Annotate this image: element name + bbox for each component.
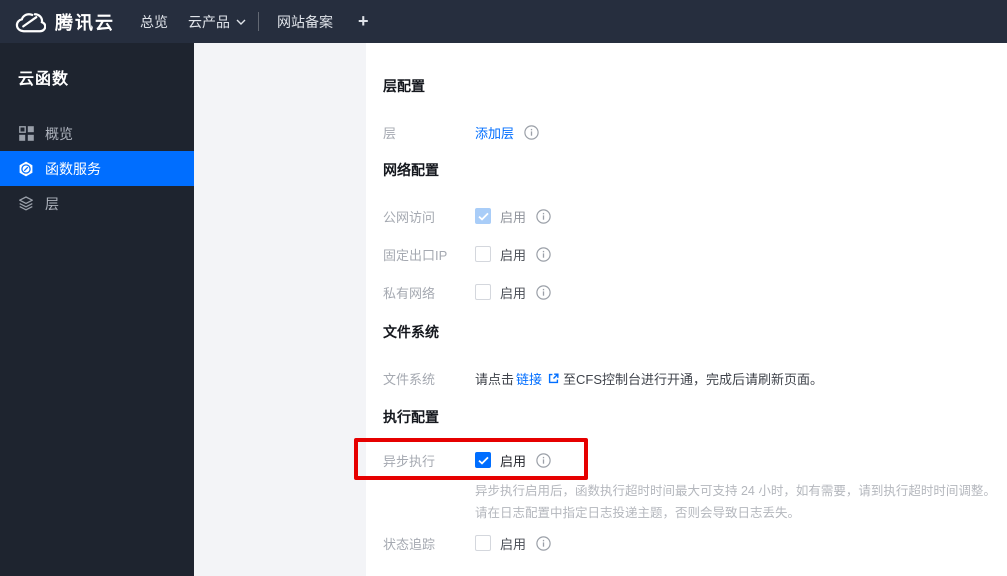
section-heading-file-system: 文件系统 bbox=[383, 324, 439, 340]
add-tab-button[interactable]: + bbox=[358, 0, 369, 43]
top-navigation: 腾讯云 总览 云产品 网站备案 + bbox=[0, 0, 1007, 43]
setting-row-file-system: 文件系统 请点击 链接 至CFS控制台进行开通，完成后请刷新页面。 bbox=[383, 367, 997, 389]
info-icon[interactable] bbox=[536, 284, 551, 300]
grid-icon bbox=[18, 126, 34, 141]
setting-label: 状态追踪 bbox=[383, 536, 436, 552]
setting-label: 固定出口IP bbox=[383, 247, 448, 263]
private-network-checkbox[interactable] bbox=[475, 284, 491, 300]
public-access-checkbox[interactable] bbox=[475, 208, 491, 224]
async-execution-checkbox[interactable] bbox=[475, 452, 491, 468]
enable-label: 启用 bbox=[500, 209, 527, 225]
sidebar-menu: 概览 函数服务 层 bbox=[0, 116, 194, 221]
function-icon bbox=[18, 161, 34, 177]
sidebar-item-label: 概览 bbox=[45, 125, 73, 142]
setting-label: 层 bbox=[383, 125, 397, 141]
help-text-before: 请点击 bbox=[475, 371, 515, 387]
info-icon[interactable] bbox=[536, 246, 551, 262]
nav-divider bbox=[258, 12, 259, 31]
setting-row-private-network: 私有网络 启用 bbox=[383, 281, 997, 303]
info-icon[interactable] bbox=[524, 124, 539, 140]
setting-label: 文件系统 bbox=[383, 371, 436, 387]
sidebar-item-layers[interactable]: 层 bbox=[0, 186, 194, 221]
nav-item-label: 总览 bbox=[140, 13, 168, 30]
tencent-cloud-brand[interactable]: 腾讯云 bbox=[15, 0, 115, 43]
sidebar-item-function-service[interactable]: 函数服务 bbox=[0, 151, 194, 186]
cfs-console-link[interactable]: 链接 bbox=[516, 369, 542, 388]
settings-content: 层配置 层 添加层 网络配置 公网访问 启用 固定出口IP 启用 私有网络 启用… bbox=[366, 43, 1007, 576]
sidebar-title: 云函数 bbox=[18, 71, 70, 88]
tencent-cloud-logo-icon bbox=[15, 11, 46, 33]
section-heading-execution-config: 执行配置 bbox=[383, 409, 439, 425]
sidebar: 云函数 概览 函数服务 层 bbox=[0, 43, 194, 576]
secondary-panel bbox=[194, 43, 366, 576]
setting-row-public-access: 公网访问 启用 bbox=[383, 205, 997, 227]
setting-label: 异步执行 bbox=[383, 453, 436, 469]
nav-item-overview[interactable]: 总览 bbox=[140, 0, 168, 43]
sidebar-item-overview[interactable]: 概览 bbox=[0, 116, 194, 151]
layers-icon bbox=[18, 196, 34, 211]
setting-row-async-execution: 异步执行 启用 bbox=[383, 449, 997, 471]
enable-label: 启用 bbox=[500, 247, 527, 263]
setting-label: 私有网络 bbox=[383, 285, 436, 301]
fixed-egress-ip-checkbox[interactable] bbox=[475, 246, 491, 262]
enable-label: 启用 bbox=[500, 536, 527, 552]
section-heading-network-config: 网络配置 bbox=[383, 162, 439, 178]
async-execution-description: 异步执行启用后，函数执行超时时间最大可支持 24 小时，如有需要，请到执行超时时… bbox=[475, 480, 996, 524]
section-heading-layer-config: 层配置 bbox=[383, 78, 425, 94]
plus-icon: + bbox=[358, 11, 369, 31]
setting-row-status-tracking: 状态追踪 启用 bbox=[383, 532, 997, 554]
help-text-after: 至CFS控制台进行开通，完成后请刷新页面。 bbox=[563, 371, 824, 387]
nav-item-label: 网站备案 bbox=[277, 13, 333, 30]
nav-item-label: 云产品 bbox=[188, 13, 230, 30]
nav-item-website-record[interactable]: 网站备案 bbox=[277, 0, 333, 43]
add-layer-link[interactable]: 添加层 bbox=[475, 123, 514, 142]
chevron-down-icon bbox=[236, 19, 246, 25]
description-line: 异步执行启用后，函数执行超时时间最大可支持 24 小时，如有需要，请到执行超时时… bbox=[475, 484, 996, 498]
description-line: 请在日志配置中指定日志投递主题，否则会导致日志丢失。 bbox=[475, 506, 801, 520]
status-tracking-checkbox[interactable] bbox=[475, 535, 491, 551]
setting-row-layer: 层 添加层 bbox=[383, 121, 997, 143]
info-icon[interactable] bbox=[536, 535, 551, 551]
sidebar-item-label: 层 bbox=[45, 195, 59, 212]
external-link-icon bbox=[547, 372, 560, 385]
enable-label: 启用 bbox=[500, 285, 527, 301]
setting-row-fixed-egress-ip: 固定出口IP 启用 bbox=[383, 243, 997, 265]
setting-label: 公网访问 bbox=[383, 209, 436, 225]
file-system-help-text: 请点击 链接 至CFS控制台进行开通，完成后请刷新页面。 bbox=[475, 369, 823, 388]
info-icon[interactable] bbox=[536, 208, 551, 224]
sidebar-item-label: 函数服务 bbox=[45, 160, 101, 177]
info-icon[interactable] bbox=[536, 452, 551, 468]
enable-label: 启用 bbox=[500, 453, 527, 469]
nav-item-cloud-products[interactable]: 云产品 bbox=[188, 0, 246, 43]
brand-name: 腾讯云 bbox=[55, 12, 115, 33]
